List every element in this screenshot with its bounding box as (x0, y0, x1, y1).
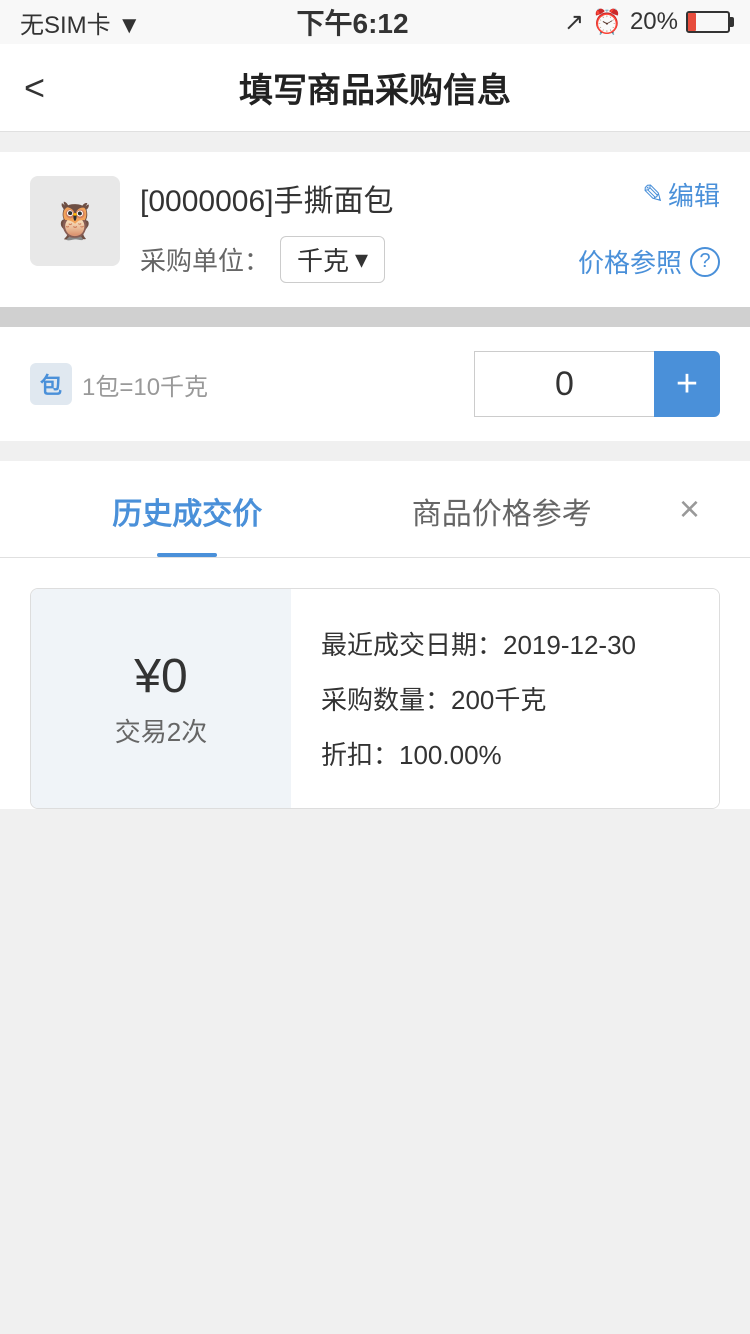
recent-date-label: 最近成交日期： (321, 630, 503, 660)
content-area (0, 839, 750, 1239)
transaction-card: ¥0 交易2次 最近成交日期：2019-12-30 采购数量：200千克 折扣：… (30, 588, 720, 809)
product-header: 🦉 [0000006]手撕面包 采购单位： 千克 ▾ ✎ 编辑 (30, 176, 720, 283)
product-image: 🦉 (30, 176, 120, 266)
package-unit-badge: 包 (30, 363, 72, 405)
price-ref-button[interactable]: 价格参照 (578, 243, 682, 280)
plus-button[interactable]: + (654, 351, 720, 417)
discount-row: 折扣：100.00% (321, 735, 689, 772)
recent-date-value: 2019-12-30 (503, 630, 636, 660)
product-unit-row: 采购单位： 千克 ▾ (140, 236, 393, 283)
product-logo-icon: 🦉 (53, 200, 98, 242)
product-name: [0000006]手撕面包 (140, 176, 393, 220)
transaction-summary: ¥0 交易2次 (31, 589, 291, 808)
status-bar: 无SIM卡 ▼ 下午6:12 ↗ ⏰ 20% (0, 0, 750, 44)
purchase-quantity-label: 采购数量： (321, 685, 451, 715)
product-details: [0000006]手撕面包 采购单位： 千克 ▾ (140, 176, 393, 283)
product-left: 🦉 [0000006]手撕面包 采购单位： 千克 ▾ (30, 176, 393, 283)
tab-history-label: 历史成交价 (112, 498, 262, 531)
status-right: ↗ ⏰ 20% (564, 8, 730, 37)
back-button[interactable]: < (24, 67, 45, 109)
product-card: 🦉 [0000006]手撕面包 采购单位： 千克 ▾ ✎ 编辑 (0, 152, 750, 307)
transaction-price: ¥0 (134, 649, 187, 704)
bottom-panel: 历史成交价 商品价格参考 × ¥0 交易2次 最近成交日期：2019-12-30… (0, 461, 750, 809)
edit-icon: ✎ (642, 179, 664, 210)
unit-equiv-text: 1包=10千克 (82, 367, 208, 402)
quantity-input[interactable] (474, 351, 654, 417)
quantity-row: 包 1包=10千克 + (0, 327, 750, 441)
gps-icon: ↗ (564, 8, 584, 37)
alarm-icon: ⏰ (592, 8, 622, 37)
purchase-quantity-value: 200千克 (451, 685, 546, 715)
status-left: 无SIM卡 ▼ (20, 5, 141, 40)
unit-selector[interactable]: 千克 ▾ (280, 236, 385, 283)
product-id: [0000006] (140, 185, 273, 218)
price-ref-label: 价格参照 (578, 243, 682, 280)
page-title: 填写商品采购信息 (239, 63, 511, 112)
unit-value: 千克 (297, 241, 349, 278)
edit-button[interactable]: ✎ 编辑 (642, 176, 720, 213)
section-divider (0, 307, 750, 327)
battery-percent: 20% (630, 8, 678, 36)
quantity-label-group: 包 1包=10千克 (30, 363, 208, 405)
discount-label: 折扣： (321, 740, 399, 770)
unit-dropdown-icon: ▾ (355, 244, 368, 275)
status-time: 下午6:12 (297, 2, 409, 42)
transaction-count: 交易2次 (115, 712, 207, 749)
nav-bar: < 填写商品采购信息 (0, 44, 750, 132)
product-title: 手撕面包 (273, 185, 393, 218)
edit-label: 编辑 (668, 176, 720, 213)
battery-fill (688, 13, 696, 31)
transaction-details: 最近成交日期：2019-12-30 采购数量：200千克 折扣：100.00% (291, 589, 719, 808)
info-icon[interactable]: ? (690, 247, 720, 277)
unit-label: 采购单位： (140, 241, 270, 278)
close-button[interactable]: × (659, 468, 720, 550)
product-right: ✎ 编辑 价格参照 ? (578, 176, 720, 280)
recent-date-row: 最近成交日期：2019-12-30 (321, 625, 689, 662)
tab-history-price[interactable]: 历史成交价 (30, 461, 344, 557)
tabs-row: 历史成交价 商品价格参考 × (0, 461, 750, 558)
discount-value: 100.00% (399, 740, 502, 770)
price-ref-row: 价格参照 ? (578, 243, 720, 280)
tab-reference-label: 商品价格参考 (412, 498, 592, 531)
tab-price-reference[interactable]: 商品价格参考 (344, 461, 658, 557)
carrier-text: 无SIM卡 ▼ (20, 5, 141, 40)
purchase-quantity-row: 采购数量：200千克 (321, 680, 689, 717)
quantity-input-group: + (474, 351, 720, 417)
battery-icon (686, 11, 730, 33)
